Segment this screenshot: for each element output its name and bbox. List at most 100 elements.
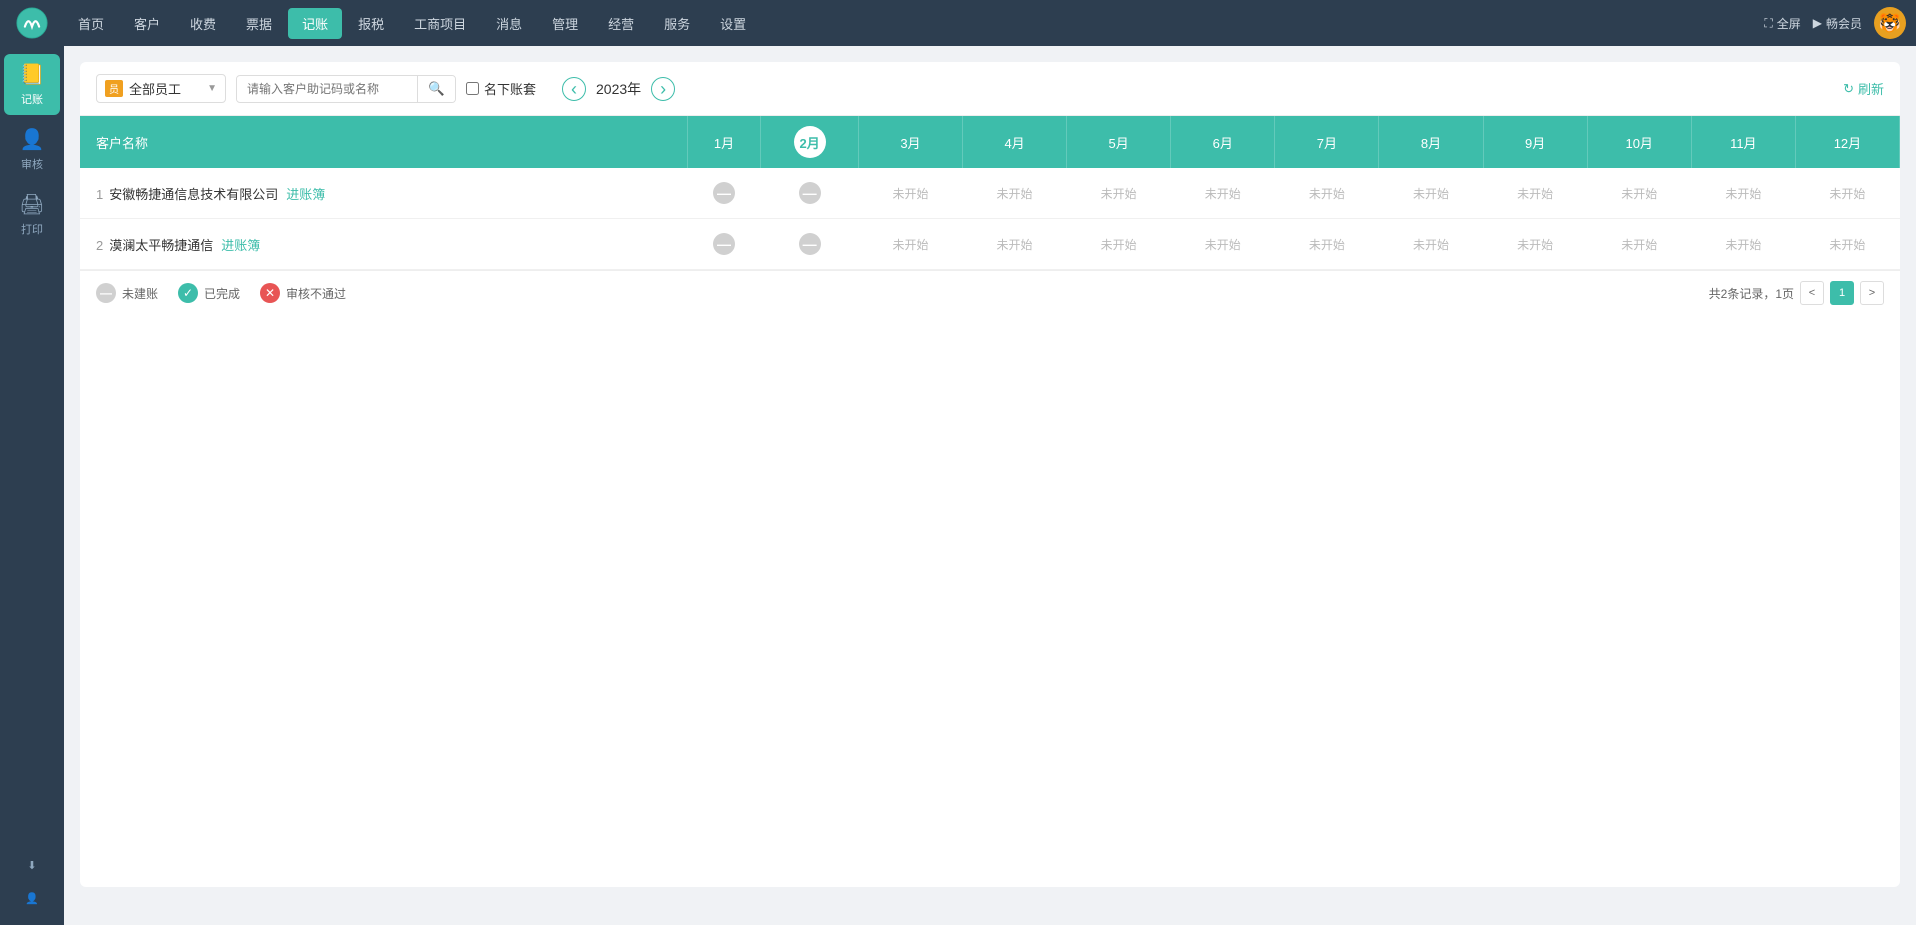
nav-home[interactable]: 首页 [64,8,118,39]
total-text: 共2条记录，1页 [1709,285,1794,302]
status-not-booked-icon: — [799,182,821,204]
vip-button[interactable]: ▶ 畅会员 [1813,15,1862,32]
month-cell-9: 未开始 [1483,219,1587,270]
nav-customer[interactable]: 客户 [120,8,174,39]
sidebar-item-accounting[interactable]: 📒 记账 [4,54,60,115]
col-header-apr: 4月 [963,116,1067,168]
col-header-jul: 7月 [1275,116,1379,168]
vip-label: 畅会员 [1826,15,1862,32]
status-not-started-text: 未开始 [1101,187,1137,201]
vip-icon: ▶ [1813,16,1822,30]
page-next-button[interactable]: > [1860,281,1884,305]
status-not-started-text: 未开始 [1205,187,1241,201]
toolbar: 员 全部员工 ▼ 🔍 名下账套 ‹ 2023年 › [80,62,1900,116]
month-cell-11: 未开始 [1691,168,1795,219]
account-set-label: 名下账套 [484,79,536,98]
legend-check-icon: ✓ [178,283,198,303]
month-cell-1: — [687,168,761,219]
chevron-down-icon: ▼ [207,83,217,94]
search-input[interactable] [237,77,417,101]
legend-completed-label: 已完成 [204,285,240,302]
search-box: 🔍 [236,75,456,103]
month-cell-6: 未开始 [1171,219,1275,270]
nav-invoice[interactable]: 票据 [232,8,286,39]
status-not-started-text: 未开始 [1205,238,1241,252]
month-cell-10: 未开始 [1587,168,1691,219]
employee-select[interactable]: 员 全部员工 ▼ [96,74,226,103]
month-cell-6: 未开始 [1171,168,1275,219]
year-display: 2023年 [596,79,641,99]
accounting-icon: 📒 [20,62,45,87]
company-cell: 2 漠澜太平畅捷通信进账簿 [80,219,687,270]
sidebar-user[interactable]: 👤 [4,884,60,913]
accounting-table: 客户名称 1月 2月 3月 4月 5月 6月 7月 8月 9月 10月 11月 [80,116,1900,270]
status-not-started-text: 未开始 [1725,187,1761,201]
status-not-started-text: 未开始 [997,238,1033,252]
account-set-checkbox-label[interactable]: 名下账套 [466,79,536,98]
pagination: 共2条记录，1页 < 1 > [1709,281,1884,305]
main-layout: 📒 记账 👤 审核 🖨 打印 ⬇ 👤 员 全部员工 [0,46,1916,925]
col-header-oct: 10月 [1587,116,1691,168]
legend-not-started-label: 未建账 [122,285,158,302]
status-not-started-text: 未开始 [892,187,928,201]
status-not-booked-icon: — [799,233,821,255]
main-content: 员 全部员工 ▼ 🔍 名下账套 ‹ 2023年 › [64,46,1916,925]
nav-message[interactable]: 消息 [482,8,536,39]
sidebar-label-accounting: 记账 [21,91,43,107]
status-not-started-text: 未开始 [1309,238,1345,252]
enter-ledger-link[interactable]: 进账簿 [221,238,260,253]
nav-fee[interactable]: 收费 [176,8,230,39]
nav-manage[interactable]: 管理 [538,8,592,39]
account-set-checkbox[interactable] [466,82,479,95]
refresh-button[interactable]: ↻ 刷新 [1843,79,1884,98]
content-card: 员 全部员工 ▼ 🔍 名下账套 ‹ 2023年 › [80,62,1900,887]
page-prev-button[interactable]: < [1800,281,1824,305]
legend-rejected-label: 审核不通过 [286,285,346,302]
sidebar-download[interactable]: ⬇ [4,851,60,880]
nav-operation[interactable]: 经营 [594,8,648,39]
month-cell-12: 未开始 [1795,168,1899,219]
nav-settings[interactable]: 设置 [706,8,760,39]
month-cell-10: 未开始 [1587,219,1691,270]
status-not-booked-icon: — [713,182,735,204]
company-name: 漠澜太平畅捷通信 [109,238,213,253]
nav-accounting[interactable]: 记账 [288,8,342,39]
month-cell-1: — [687,219,761,270]
nav-business[interactable]: 工商项目 [400,8,480,39]
month-cell-3: 未开始 [858,219,962,270]
fullscreen-button[interactable]: ⛶ 全屏 [1764,15,1800,32]
month-cell-3: 未开始 [858,168,962,219]
year-prev-button[interactable]: ‹ [562,77,586,101]
legend-dash-icon: — [96,283,116,303]
sidebar-item-review[interactable]: 👤 审核 [4,119,60,180]
accounting-table-wrap: 客户名称 1月 2月 3月 4月 5月 6月 7月 8月 9月 10月 11月 [80,116,1900,270]
nav-menu: 首页 客户 收费 票据 记账 报税 工商项目 消息 管理 经营 服务 设置 [64,8,1764,39]
status-not-started-text: 未开始 [1725,238,1761,252]
search-button[interactable]: 🔍 [417,76,455,102]
refresh-label: 刷新 [1858,79,1884,98]
month-cell-8: 未开始 [1379,168,1483,219]
table-row: 1安徽畅捷通信息技术有限公司进账簿——未开始未开始未开始未开始未开始未开始未开始… [80,168,1900,219]
company-name: 安徽畅捷通信息技术有限公司 [109,187,278,202]
print-icon: 🖨 [19,192,44,217]
sidebar-item-print[interactable]: 🖨 打印 [4,184,60,245]
enter-ledger-link[interactable]: 进账簿 [286,187,325,202]
row-number: 2 [96,238,103,253]
year-next-button[interactable]: › [651,77,675,101]
month-cell-7: 未开始 [1275,168,1379,219]
company-cell: 1 安徽畅捷通信息技术有限公司进账簿 [80,168,687,219]
month-cell-8: 未开始 [1379,219,1483,270]
month-cell-12: 未开始 [1795,219,1899,270]
month-cell-2: — [761,219,859,270]
year-navigation: ‹ 2023年 › [562,77,675,101]
status-not-started-text: 未开始 [1621,238,1657,252]
month-cell-5: 未开始 [1067,168,1171,219]
nav-tax[interactable]: 报税 [344,8,398,39]
nav-service[interactable]: 服务 [650,8,704,39]
month-cell-5: 未开始 [1067,219,1171,270]
page-1-button[interactable]: 1 [1830,281,1854,305]
row-number: 1 [96,187,103,202]
status-not-started-text: 未开始 [1829,187,1865,201]
user-icon: 👤 [25,892,39,905]
user-avatar[interactable]: 🐯 [1874,7,1906,39]
